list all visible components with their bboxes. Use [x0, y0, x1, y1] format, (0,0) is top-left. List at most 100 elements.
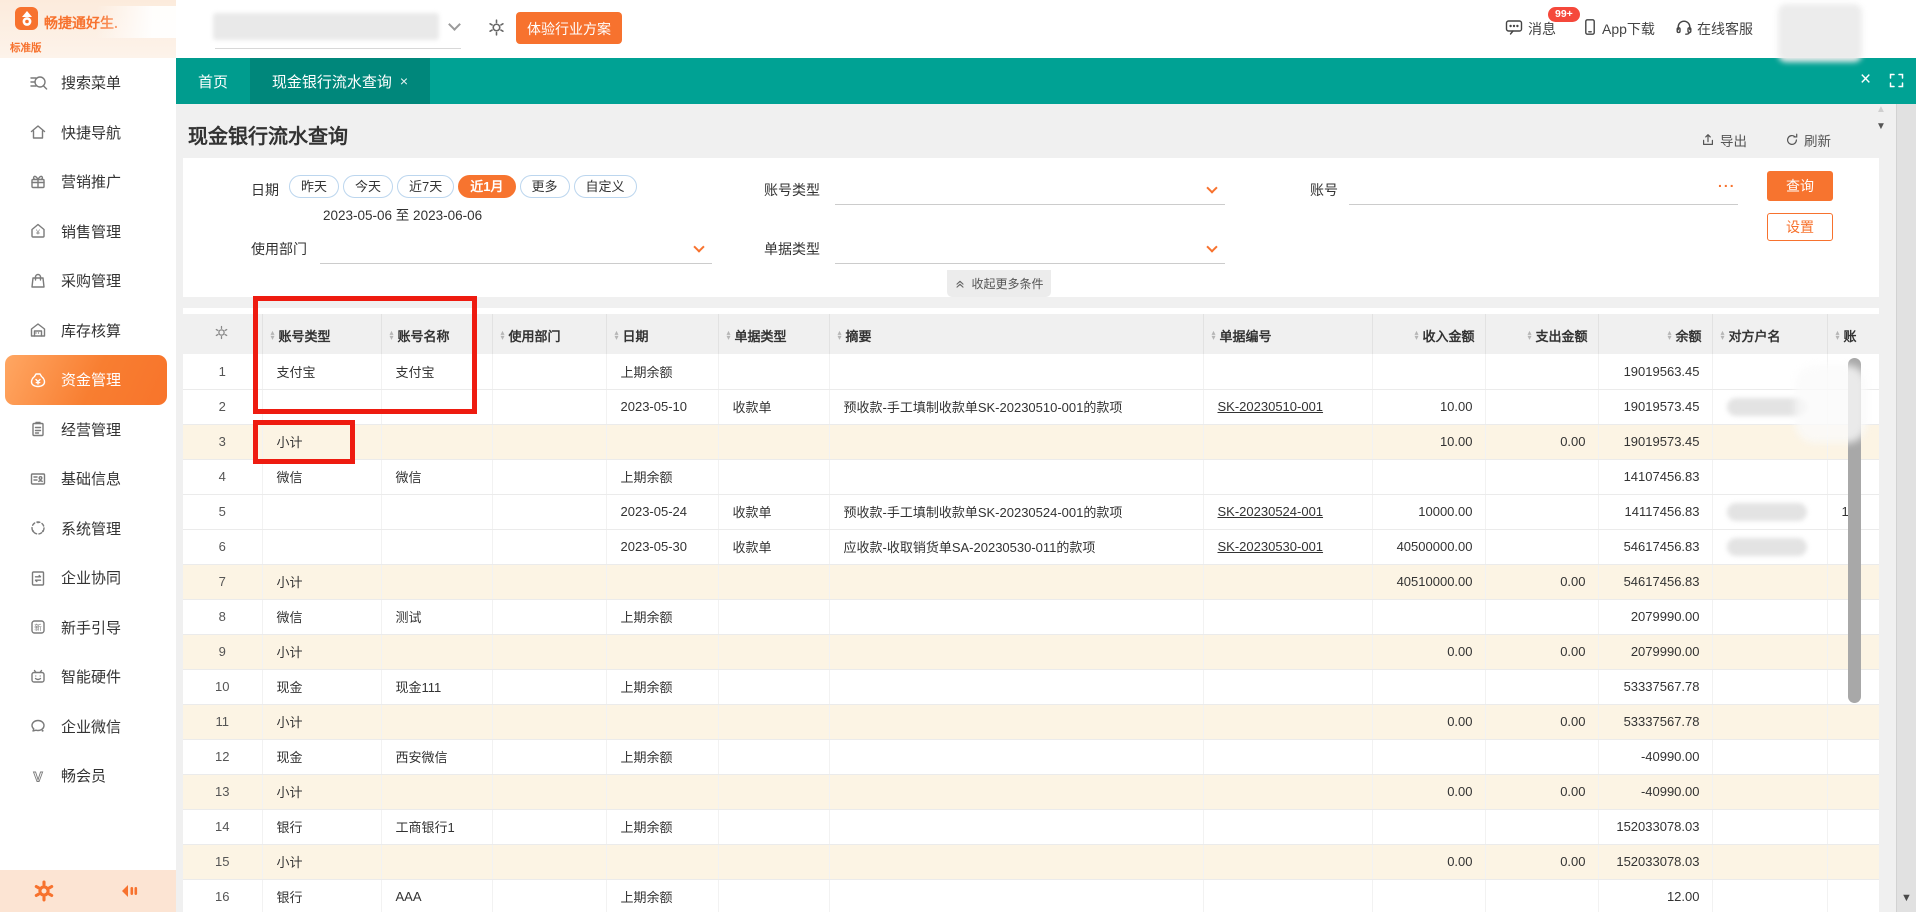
sort-icon[interactable]: ▴ ▾ [1836, 329, 1840, 342]
table-row[interactable]: 10 现金 现金111 上期余额 53337567.78 [183, 669, 1879, 705]
sidebar-item-member[interactable]: V 畅会员 [0, 751, 176, 801]
sidebar-item-clipboard[interactable]: 经营管理 [0, 405, 176, 455]
sidebar-item-bag[interactable]: 采购管理 [0, 256, 176, 306]
account-input[interactable] [1349, 180, 1738, 205]
sort-icon[interactable]: ▴ ▾ [1212, 329, 1216, 342]
sidebar-item-search[interactable]: 搜索菜单 [0, 58, 176, 108]
account-type-select[interactable] [835, 180, 1225, 205]
table-row[interactable]: 5 2023-05-24 收款单 预收款-手工填制收款单SK-20230524-001… [183, 494, 1879, 530]
settings-gear-icon[interactable] [32, 879, 56, 903]
date-chip[interactable]: 今天 [343, 175, 394, 198]
collapse-sidebar-icon[interactable] [118, 881, 140, 901]
tab-close-icon[interactable]: × [400, 73, 408, 89]
sort-icon[interactable]: ▴ ▾ [1667, 329, 1671, 342]
doc-no-link[interactable]: SK-20230524-001 [1218, 504, 1324, 519]
cell-extra [1827, 739, 1879, 775]
tab-home[interactable]: 首页 [176, 58, 250, 104]
cell-department [492, 844, 607, 880]
doc-type-select[interactable] [835, 239, 1225, 264]
column-settings-gear-icon[interactable] [183, 314, 263, 354]
date-chip[interactable]: 近7天 [397, 175, 455, 198]
date-range-text[interactable]: 2023-05-06 至 2023-06-06 [323, 204, 482, 224]
collapse-conditions-button[interactable]: 收起更多条件 [947, 270, 1051, 297]
column-header[interactable]: ▴ ▾ 使用部门 [492, 314, 607, 354]
sidebar-item-system[interactable]: 系统管理 [0, 504, 176, 554]
column-header[interactable]: ▴ ▾ 支出金额 [1485, 314, 1599, 354]
scroll-down-icon[interactable]: ▼ [1876, 121, 1886, 132]
table-row-subtotal[interactable]: 3 小计 10.00 0.00 19019573.45 [183, 424, 1879, 460]
date-chip[interactable]: 昨天 [289, 175, 340, 198]
sidebar-item-label: 库存核算 [61, 322, 122, 340]
cell-expense: 0.00 [1485, 704, 1599, 740]
table-row[interactable]: 6 2023-05-30 收款单 应收款-收取销货单SA-20230530-011的款… [183, 529, 1879, 565]
column-header[interactable]: ▴ ▾ 单据编号 [1203, 314, 1373, 354]
sidebar-item-idcard[interactable]: 基础信息 [0, 454, 176, 504]
sidebar-item-gift[interactable]: 营销推广 [0, 157, 176, 207]
date-chip[interactable]: 近1月 [458, 175, 516, 198]
column-header[interactable]: ▴ ▾ 对方户名 [1712, 314, 1828, 354]
column-header[interactable]: ▴ ▾ 余额 [1598, 314, 1713, 354]
column-header[interactable]: ▴ ▾ 摘要 [829, 314, 1204, 354]
settings-button[interactable]: 设置 [1767, 213, 1833, 241]
sort-icon[interactable]: ▴ ▾ [838, 329, 842, 342]
table-row[interactable]: 4 微信 微信 上期余额 14107456.83 [183, 459, 1879, 495]
table-row-subtotal[interactable]: 13 小计 0.00 0.00 -40990.00 [183, 774, 1879, 810]
chevron-down-icon[interactable] [448, 18, 461, 31]
column-header[interactable]: ▴ ▾ 收入金额 [1372, 314, 1486, 354]
online-support-link[interactable]: 在线客服 [1697, 19, 1753, 39]
doc-no-link[interactable]: SK-20230530-001 [1218, 539, 1324, 554]
cell-expense: 0.00 [1485, 564, 1599, 600]
date-chip[interactable]: 自定义 [573, 175, 637, 198]
cell-balance: 53337567.78 [1598, 704, 1713, 740]
sidebar-item-sales[interactable]: ¥ 销售管理 [0, 207, 176, 257]
table-row[interactable]: 12 现金 西安微信 上期余额 -40990.00 [183, 739, 1879, 775]
close-all-icon[interactable]: × [1860, 69, 1871, 91]
date-chip[interactable]: 更多 [519, 175, 570, 198]
department-select[interactable] [320, 239, 712, 264]
company-name-redacted[interactable] [213, 13, 439, 40]
table-row[interactable]: 14 银行 工商银行1 上期余额 152033078.03 [183, 809, 1879, 845]
column-header[interactable]: ▴ ▾ 单据类型 [718, 314, 830, 354]
table-row[interactable]: 8 微信 测试 上期余额 2079990.00 [183, 599, 1879, 635]
message-icon[interactable] [1504, 17, 1524, 37]
table-row[interactable]: 16 银行 AAA 上期余额 12.00 [183, 879, 1879, 912]
sidebar-item-newbie[interactable]: 新 新手引导 [0, 603, 176, 653]
sidebar-item-warehouse[interactable]: 库存核算 [0, 306, 176, 356]
doc-no-link[interactable]: SK-20230510-001 [1218, 399, 1324, 414]
gear-icon[interactable] [486, 17, 507, 38]
tab-cash-bank-query[interactable]: 现金银行流水查询 × [250, 58, 430, 104]
sidebar-item-home[interactable]: 快捷导航 [0, 108, 176, 158]
sidebar-item-collab[interactable]: 企业协同 [0, 553, 176, 603]
sort-icon[interactable]: ▴ ▾ [1721, 329, 1725, 342]
export-button[interactable]: 导出 [1700, 130, 1747, 150]
sort-icon[interactable]: ▴ ▾ [501, 329, 505, 342]
column-header[interactable]: ▴ ▾ 日期 [606, 314, 719, 354]
sidebar-item-hardware[interactable]: 智能硬件 [0, 652, 176, 702]
sort-icon[interactable]: ▴ ▾ [727, 329, 731, 342]
trial-plan-button[interactable]: 体验行业方案 [516, 12, 622, 44]
account-more-button[interactable]: ... [1718, 174, 1736, 190]
table-row-subtotal[interactable]: 7 小计 40510000.00 0.00 54617456.83 [183, 564, 1879, 600]
table-row-subtotal[interactable]: 15 小计 0.00 0.00 152033078.03 [183, 844, 1879, 880]
sort-icon[interactable]: ▴ ▾ [615, 329, 619, 342]
cell-department [492, 599, 607, 635]
sort-icon[interactable]: ▴ ▾ [1414, 329, 1418, 342]
sidebar-item-money[interactable]: 资金管理 [5, 355, 167, 405]
refresh-button[interactable]: 刷新 [1784, 130, 1831, 150]
sort-icon[interactable]: ▴ ▾ [1527, 329, 1531, 342]
page-scroll-down-icon[interactable]: ▼ [1901, 892, 1912, 904]
phone-icon[interactable] [1580, 17, 1600, 37]
headset-icon[interactable] [1674, 17, 1694, 37]
messages-link[interactable]: 消息 [1528, 19, 1556, 39]
sidebar-item-wechat[interactable]: 企业微信 [0, 702, 176, 752]
query-button[interactable]: 查询 [1767, 171, 1833, 201]
page-scrollbar[interactable] [1896, 104, 1916, 912]
table-row-subtotal[interactable]: 9 小计 0.00 0.00 2079990.00 [183, 634, 1879, 670]
user-avatar-redacted[interactable] [1778, 4, 1862, 62]
app-download-link[interactable]: App下载 [1602, 19, 1655, 39]
scroll-up-icon[interactable]: ▲ [1876, 104, 1886, 115]
table-row-subtotal[interactable]: 11 小计 0.00 0.00 53337567.78 [183, 704, 1879, 740]
column-header[interactable]: ▴ ▾ 账 [1827, 314, 1879, 354]
fullscreen-icon[interactable] [1888, 72, 1905, 89]
cell-account-name [381, 529, 493, 565]
